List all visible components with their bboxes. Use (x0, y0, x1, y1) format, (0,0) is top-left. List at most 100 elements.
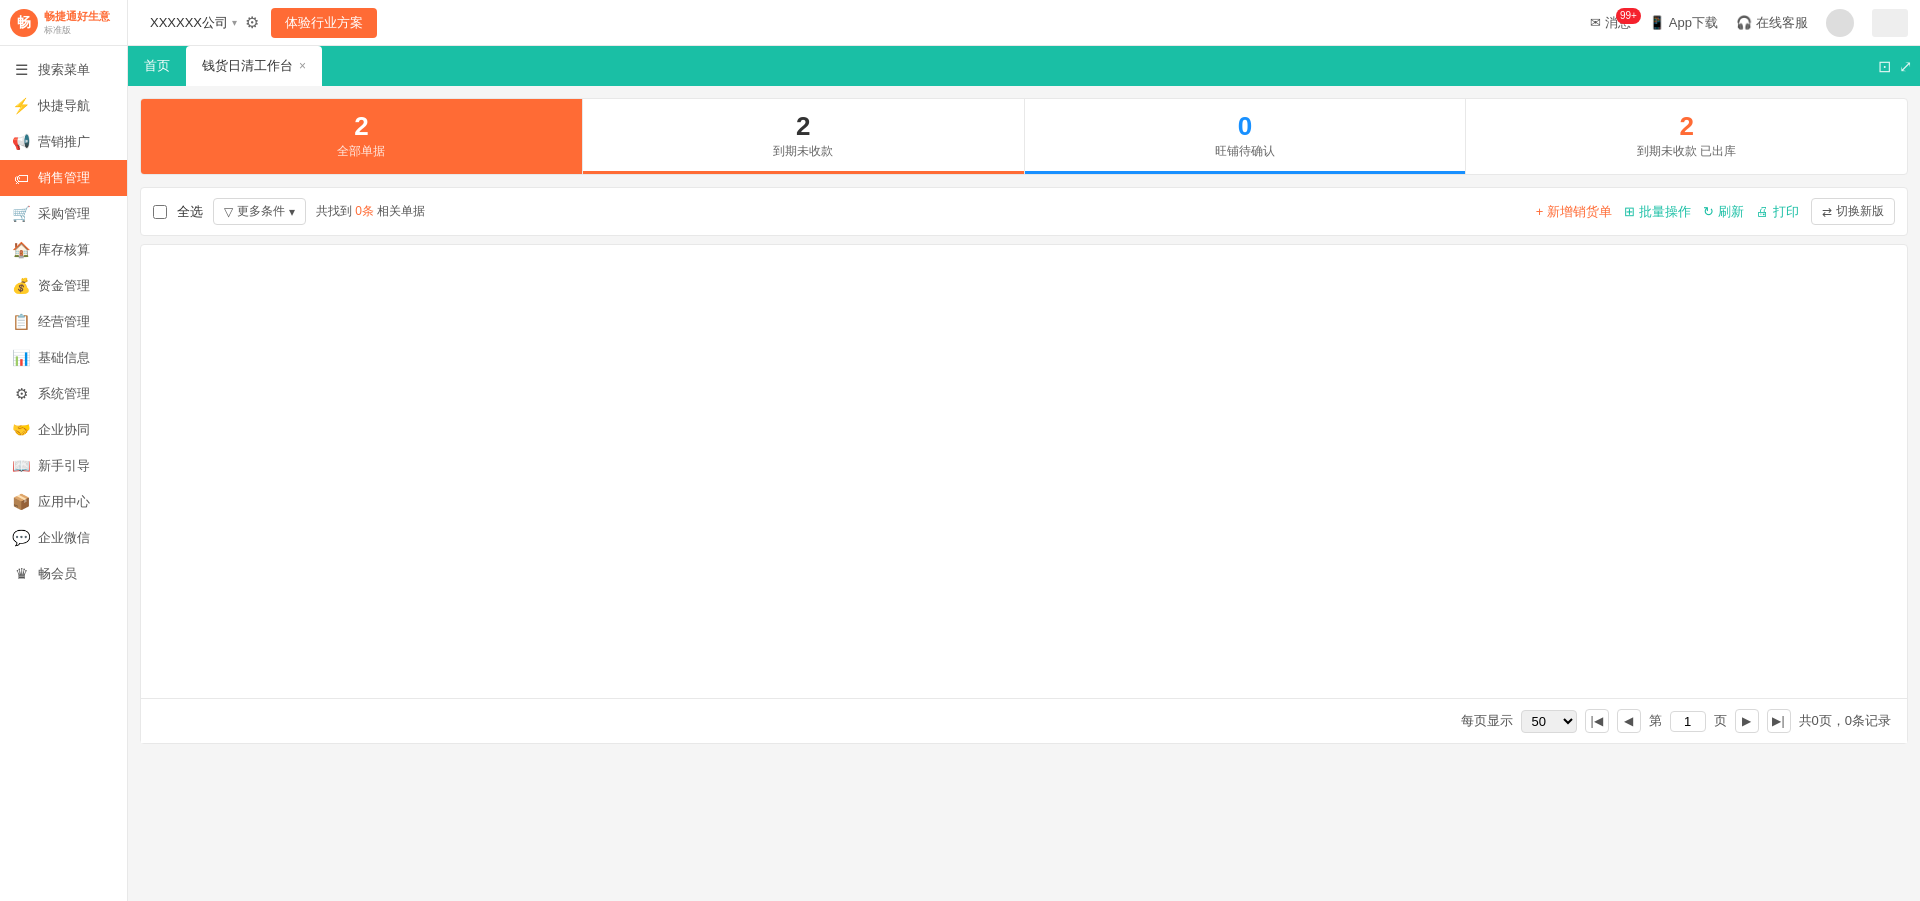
sidebar-icon-guide: 📖 (12, 457, 30, 475)
tab-bar: 首页 钱货日清工作台 × ⊡ ⤢ (128, 46, 1920, 86)
sidebar-item-weixin[interactable]: 💬 企业微信 (0, 520, 127, 556)
refresh-label: 刷新 (1718, 203, 1744, 221)
download-icon: 📱 (1649, 15, 1665, 30)
sidebar-item-member[interactable]: ♛ 畅会员 (0, 556, 127, 592)
stat-pending-count: 0 (1045, 113, 1446, 139)
found-count: 0条 (355, 204, 374, 218)
company-selector[interactable]: XXXXXX公司 ▾ (150, 14, 237, 32)
stat-overdue[interactable]: 2 到期未收款 (583, 99, 1025, 174)
batch-icon: ⊞ (1624, 204, 1635, 219)
stat-pending-label: 旺铺待确认 (1045, 143, 1446, 160)
found-prefix: 共找到 (316, 204, 352, 218)
sidebar-label-apps: 应用中心 (38, 493, 90, 511)
table-area: 每页显示 50 100 200 |◀ ◀ 第 页 ▶ ▶| 共0页，0条记录 (140, 244, 1908, 744)
pagination: 每页显示 50 100 200 |◀ ◀ 第 页 ▶ ▶| 共0页，0条记录 (141, 698, 1907, 743)
sidebar-label-inventory: 库存核算 (38, 241, 90, 259)
batch-button[interactable]: ⊞ 批量操作 (1624, 203, 1691, 221)
filter-chevron-icon: ▾ (289, 205, 295, 219)
sidebar-item-inventory[interactable]: 🏠 库存核算 (0, 232, 127, 268)
avatar[interactable] (1826, 9, 1854, 37)
page-size-label: 每页显示 (1461, 712, 1513, 730)
tab-home[interactable]: 首页 (128, 46, 186, 86)
sidebar-item-base-info[interactable]: 📊 基础信息 (0, 340, 127, 376)
prev-page-button[interactable]: ◀ (1617, 709, 1641, 733)
chevron-down-icon: ▾ (232, 17, 237, 28)
stat-overdue-count: 2 (603, 113, 1004, 139)
sidebar-label-system: 系统管理 (38, 385, 90, 403)
select-all-checkbox[interactable] (153, 205, 167, 219)
sidebar-item-marketing[interactable]: 📢 营销推广 (0, 124, 127, 160)
app-download-button[interactable]: 📱 App下载 (1649, 14, 1718, 32)
page-label: 第 (1649, 712, 1662, 730)
filter-label: 更多条件 (237, 203, 285, 220)
trial-button[interactable]: 体验行业方案 (271, 8, 377, 38)
sidebar-icon-weixin: 💬 (12, 529, 30, 547)
first-page-button[interactable]: |◀ (1585, 709, 1609, 733)
sidebar-nav: ☰ 搜索菜单 ⚡ 快捷导航 📢 营销推广 🏷 销售管理 🛒 采购管理 🏠 库存核… (0, 46, 127, 901)
sidebar-item-system[interactable]: ⚙ 系统管理 (0, 376, 127, 412)
sidebar-item-purchase[interactable]: 🛒 采购管理 (0, 196, 127, 232)
sidebar-logo-icon: 畅 (10, 9, 38, 37)
switch-version-button[interactable]: ⇄ 切换新版 (1811, 198, 1895, 225)
sidebar-logo-sub: 标准版 (44, 24, 110, 37)
refresh-button[interactable]: ↻ 刷新 (1703, 203, 1744, 221)
tab-close-icon[interactable]: × (299, 59, 306, 73)
sidebar-icon-operations: 📋 (12, 313, 30, 331)
stat-pending[interactable]: 0 旺铺待确认 (1025, 99, 1467, 174)
found-suffix: 相关单据 (377, 204, 425, 218)
sidebar-icon-quick-nav: ⚡ (12, 97, 30, 115)
sidebar-item-sales[interactable]: 🏷 销售管理 (0, 160, 127, 196)
tab-minimize-icon[interactable]: ⊡ (1878, 57, 1891, 76)
sidebar-label-marketing: 营销推广 (38, 133, 90, 151)
sidebar-icon-system: ⚙ (12, 385, 30, 403)
message-icon: ✉ (1590, 15, 1601, 30)
sidebar-item-guide[interactable]: 📖 新手引导 (0, 448, 127, 484)
found-text: 共找到 0条 相关单据 (316, 203, 425, 220)
sidebar-item-operations[interactable]: 📋 经营管理 (0, 304, 127, 340)
sidebar-item-quick-nav[interactable]: ⚡ 快捷导航 (0, 88, 127, 124)
settings-icon[interactable]: ⚙ (245, 13, 259, 32)
tab-bar-actions: ⊡ ⤢ (1878, 57, 1920, 76)
tab-work[interactable]: 钱货日清工作台 × (186, 46, 322, 86)
switch-icon: ⇄ (1822, 205, 1832, 219)
stat-all[interactable]: 2 全部单据 (141, 99, 583, 174)
add-sale-button[interactable]: + 新增销货单 (1536, 203, 1612, 221)
sidebar-item-search-menu[interactable]: ☰ 搜索菜单 (0, 52, 127, 88)
sidebar-item-apps[interactable]: 📦 应用中心 (0, 484, 127, 520)
messages-button[interactable]: ✉ 消息 99+ (1590, 14, 1631, 32)
next-page-button[interactable]: ▶ (1735, 709, 1759, 733)
sidebar-icon-finance: 💰 (12, 277, 30, 295)
stat-not-shipped[interactable]: 2 到期未收款 已出库 (1466, 99, 1907, 174)
user-name[interactable] (1872, 9, 1908, 37)
sidebar: 畅 畅捷通好生意 标准版 ☰ 搜索菜单 ⚡ 快捷导航 📢 营销推广 🏷 销售管理… (0, 0, 128, 901)
toolbar: 全选 ▽ 更多条件 ▾ 共找到 0条 相关单据 + 新增销货单 ⊞ 批量操作 ↻… (140, 187, 1908, 236)
online-service-button[interactable]: 🎧 在线客服 (1736, 14, 1808, 32)
print-icon: 🖨 (1756, 204, 1769, 219)
sidebar-label-base-info: 基础信息 (38, 349, 90, 367)
page-size-select[interactable]: 50 100 200 (1521, 710, 1577, 733)
stat-all-label: 全部单据 (161, 143, 562, 160)
app-download-label: App下载 (1669, 14, 1718, 32)
print-button[interactable]: 🖨 打印 (1756, 203, 1799, 221)
sidebar-icon-marketing: 📢 (12, 133, 30, 151)
stat-all-count: 2 (161, 113, 562, 139)
sidebar-item-enterprise[interactable]: 🤝 企业协同 (0, 412, 127, 448)
sidebar-label-quick-nav: 快捷导航 (38, 97, 90, 115)
messages-badge: 99+ (1616, 8, 1641, 24)
page-input[interactable] (1670, 711, 1706, 732)
sidebar-item-finance[interactable]: 💰 资金管理 (0, 268, 127, 304)
sidebar-icon-sales: 🏷 (12, 170, 30, 187)
sidebar-header: 畅 畅捷通好生意 标准版 (0, 0, 127, 46)
sidebar-label-purchase: 采购管理 (38, 205, 90, 223)
filter-icon: ▽ (224, 205, 233, 219)
stats-row: 2 全部单据 2 到期未收款 0 旺铺待确认 2 到期未收款 已出库 (140, 98, 1908, 175)
print-label: 打印 (1773, 203, 1799, 221)
filter-button[interactable]: ▽ 更多条件 ▾ (213, 198, 306, 225)
table-empty (141, 245, 1907, 698)
last-page-button[interactable]: ▶| (1767, 709, 1791, 733)
refresh-icon: ↻ (1703, 204, 1714, 219)
header-right: ✉ 消息 99+ 📱 App下载 🎧 在线客服 (1590, 9, 1908, 37)
tab-home-label: 首页 (144, 57, 170, 75)
tab-expand-icon[interactable]: ⤢ (1899, 57, 1912, 76)
select-all-label: 全选 (177, 203, 203, 221)
